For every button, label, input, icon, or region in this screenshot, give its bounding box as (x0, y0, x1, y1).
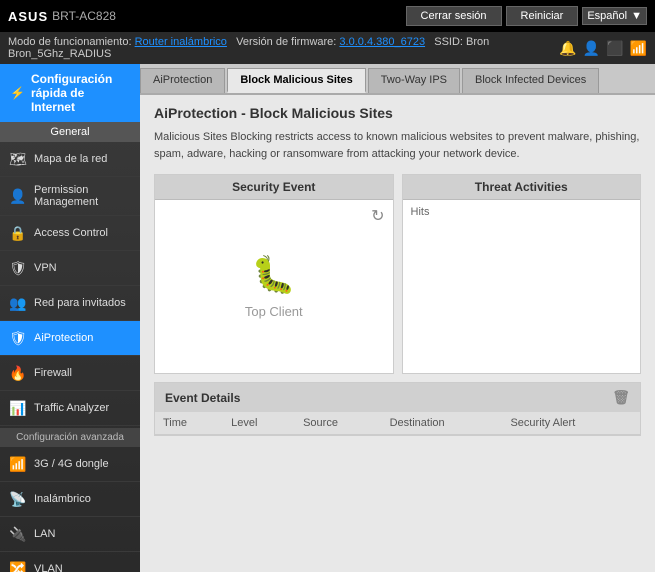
quick-config-label: Configuración rápida de Internet (31, 72, 130, 114)
user-icon: 👤 (583, 40, 600, 57)
logout-button[interactable]: Cerrar sesión (406, 6, 502, 26)
sidebar-item-aiprotection[interactable]: 🛡 AiProtection (0, 321, 140, 356)
top-client-label: Top Client (245, 304, 303, 319)
sidebar-item-3g[interactable]: 📶 3G / 4G dongle (0, 447, 140, 482)
sidebar-item-label: LAN (34, 528, 55, 540)
security-event-header: Security Event (155, 175, 393, 200)
model-name: BRT-AC828 (52, 9, 116, 23)
event-details-header: Event Details 🗑 (155, 383, 640, 412)
refresh-icon[interactable]: ↻ (371, 206, 384, 226)
sidebar: ⚡ Configuración rápida de Internet Gener… (0, 64, 140, 572)
sidebar-item-label: Permission Management (34, 184, 132, 208)
language-label: Español (587, 10, 627, 22)
lan-icon: 🔌 (8, 524, 28, 544)
status-info: Modo de funcionamiento: Router inalámbri… (8, 36, 559, 60)
sidebar-item-lan[interactable]: 🔌 LAN (0, 517, 140, 552)
sidebar-item-traffic-analyzer[interactable]: 📊 Traffic Analyzer (0, 391, 140, 426)
traffic-icon: 📊 (8, 398, 28, 418)
wireless-icon: 📡 (8, 489, 28, 509)
vpn-icon: 🛡 (8, 258, 28, 278)
ssid-label: SSID: (434, 36, 463, 48)
status-icons: 🔔 👤 ⬛ 📶 (559, 40, 647, 57)
security-event-panel: Security Event ↻ 🐛 Top Client (154, 174, 394, 374)
sidebar-item-permission[interactable]: 👤 Permission Management (0, 177, 140, 216)
mode-value: Router inalámbrico (135, 36, 227, 48)
sidebar-item-vlan[interactable]: 🔀 VLAN (0, 552, 140, 572)
permission-icon: 👤 (8, 186, 28, 206)
tab-bar: AiProtection Block Malicious Sites Two-W… (140, 64, 655, 95)
reboot-button[interactable]: Reiniciar (506, 6, 579, 26)
tab-block-malicious[interactable]: Block Malicious Sites (227, 68, 365, 93)
sidebar-item-label: Inalámbrico (34, 493, 91, 505)
trash-icon[interactable]: 🗑 (612, 389, 630, 406)
sidebar-item-network-map[interactable]: 🗺 Mapa de la red (0, 142, 140, 177)
lock-icon: 🔒 (8, 223, 28, 243)
header: ASUS BRT-AC828 Cerrar sesión Reiniciar E… (0, 0, 655, 32)
asus-logo: ASUS (8, 9, 48, 24)
threat-activities-header: Threat Activities (403, 175, 641, 200)
threat-activities-panel: Threat Activities Hits (402, 174, 642, 374)
sidebar-item-access-control[interactable]: 🔒 Access Control (0, 216, 140, 251)
sidebar-quick-config[interactable]: ⚡ Configuración rápida de Internet (0, 64, 140, 122)
chevron-down-icon: ▼ (631, 10, 642, 22)
sidebar-item-label: AiProtection (34, 332, 93, 344)
firmware-label: Versión de firmware: (236, 36, 336, 48)
col-security-alert: Security Alert (502, 412, 640, 435)
sidebar-item-firewall[interactable]: 🔥 Firewall (0, 356, 140, 391)
page-title: AiProtection - Block Malicious Sites (154, 105, 641, 121)
aiprotection-icon: 🛡 (8, 328, 28, 348)
quick-config-icon: ⚡ (10, 86, 25, 100)
tab-block-infected[interactable]: Block Infected Devices (462, 68, 599, 93)
sidebar-general-section: General (0, 122, 140, 142)
network-map-icon: 🗺 (8, 149, 28, 169)
sidebar-advanced-section: Configuración avanzada (0, 428, 140, 447)
guests-icon: 👥 (8, 293, 28, 313)
col-time: Time (155, 412, 223, 435)
page-content-area: AiProtection - Block Malicious Sites Mal… (140, 95, 655, 572)
main-content: AiProtection Block Malicious Sites Two-W… (140, 64, 655, 572)
security-event-body: ↻ 🐛 Top Client (155, 200, 393, 373)
event-details-section: Event Details 🗑 Time Level Source Destin… (154, 382, 641, 436)
tab-aiprotection[interactable]: AiProtection (140, 68, 225, 93)
notification-icon: 🔔 (559, 40, 576, 57)
logo: ASUS BRT-AC828 (0, 9, 124, 24)
sidebar-item-label: Traffic Analyzer (34, 402, 109, 414)
event-table: Time Level Source Destination Security A… (155, 412, 640, 435)
tab-two-way-ips[interactable]: Two-Way IPS (368, 68, 460, 93)
sidebar-item-label: 3G / 4G dongle (34, 458, 109, 470)
hits-label: Hits (411, 206, 430, 218)
col-source: Source (295, 412, 382, 435)
header-buttons: Cerrar sesión Reiniciar Español ▼ (406, 6, 655, 26)
event-details-label: Event Details (165, 391, 240, 405)
sidebar-item-guest-network[interactable]: 👥 Red para invitados (0, 286, 140, 321)
signal-icon: 📶 (630, 40, 647, 57)
mode-label: Modo de funcionamiento: (8, 36, 132, 48)
dongle-icon: 📶 (8, 454, 28, 474)
status-bar: Modo de funcionamiento: Router inalámbri… (0, 32, 655, 64)
sidebar-item-vpn[interactable]: 🛡 VPN (0, 251, 140, 286)
main-layout: ⚡ Configuración rápida de Internet Gener… (0, 64, 655, 572)
sidebar-item-label: VPN (34, 262, 57, 274)
sidebar-item-wireless[interactable]: 📡 Inalámbrico (0, 482, 140, 517)
panels-row: Security Event ↻ 🐛 Top Client Threat Act… (154, 174, 641, 374)
sidebar-item-label: Firewall (34, 367, 72, 379)
sidebar-item-label: Red para invitados (34, 297, 126, 309)
sidebar-item-label: Access Control (34, 227, 108, 239)
firmware-value: 3.0.0.4.380_6723 (339, 36, 425, 48)
col-level: Level (223, 412, 295, 435)
sidebar-item-label: Mapa de la red (34, 153, 107, 165)
network-icon: ⬛ (606, 40, 623, 57)
firewall-icon: 🔥 (8, 363, 28, 383)
language-selector[interactable]: Español ▼ (582, 7, 647, 25)
page-description: Malicious Sites Blocking restricts acces… (154, 129, 641, 162)
sidebar-item-label: VLAN (34, 563, 63, 572)
bug-icon: 🐛 (251, 254, 296, 296)
threat-activities-body: Hits (403, 200, 641, 373)
col-destination: Destination (382, 412, 503, 435)
